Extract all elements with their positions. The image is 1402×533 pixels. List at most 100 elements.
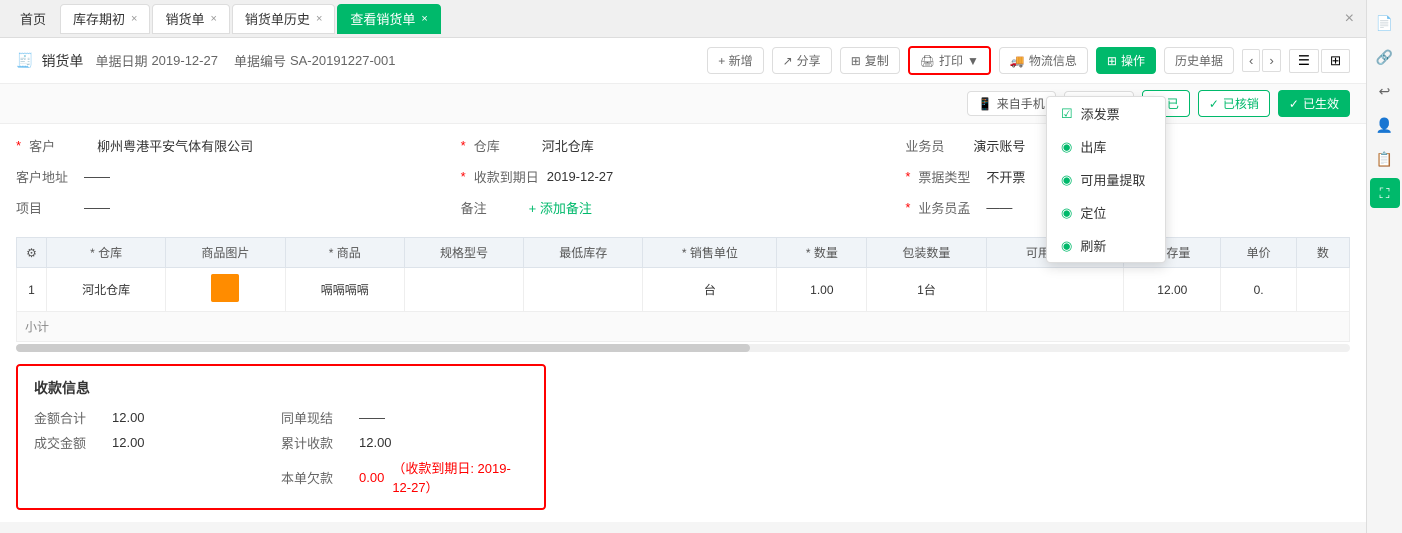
current-owe-row: 本单欠款 0.00 （收款到期日: 2019-12-27） xyxy=(281,458,528,496)
close-icon[interactable]: × xyxy=(210,13,216,25)
grid-icon: ⊞ xyxy=(1107,54,1117,68)
prev-arrow[interactable]: ‹ xyxy=(1242,49,1260,72)
right-sidebar: 📄 🔗 ↩ 👤 📋 ⛶ xyxy=(1366,0,1402,533)
staff2-value: —— xyxy=(986,200,1012,215)
staff-label: 业务员 xyxy=(905,136,965,155)
row-price: 0. xyxy=(1221,268,1296,312)
current-owe-label: 本单欠款 xyxy=(281,468,351,487)
nav-arrows: ‹ › xyxy=(1242,49,1281,72)
add-remark-label: 添加备注 xyxy=(540,201,592,216)
project-value: —— xyxy=(84,200,110,215)
locate-item[interactable]: ◉ 定位 xyxy=(1047,196,1165,229)
close-icon[interactable]: × xyxy=(131,13,137,25)
sidebar-return-icon[interactable]: ↩ xyxy=(1370,76,1400,106)
ticket-type-value[interactable]: 不开票 xyxy=(986,167,1025,186)
tab-view-sales-label: 查看销货单 xyxy=(350,9,415,28)
copy-icon: ⊞ xyxy=(851,54,861,68)
warehouse-label: 仓库 xyxy=(474,136,534,155)
add-remark-button[interactable]: + 添加备注 xyxy=(529,198,592,217)
cumulative-value: 12.00 xyxy=(359,435,392,450)
truck-icon: 🚚 xyxy=(1010,54,1025,68)
print-button[interactable]: 🖨 打印 ▼ xyxy=(908,46,991,75)
add-invoice-item[interactable]: ☑ 添发票 xyxy=(1047,97,1165,130)
warehouse-field: * 仓库 河北仓库 xyxy=(461,136,906,155)
col-spec: 规格型号 xyxy=(404,238,523,268)
tab-sales-order-label: 销货单 xyxy=(165,9,204,28)
history-label: 历史单据 xyxy=(1175,52,1223,69)
available-extract-item[interactable]: ◉ 可用量提取 xyxy=(1047,163,1165,196)
share-button[interactable]: ↗ 分享 xyxy=(772,47,832,74)
grid-view-button[interactable]: ⊞ xyxy=(1321,49,1350,73)
required-mark: * xyxy=(905,169,910,184)
tab-home[interactable]: 首页 xyxy=(8,4,58,34)
same-order-label: 同单现结 xyxy=(281,408,351,427)
col-pkg-qty: 包装数量 xyxy=(867,238,986,268)
document-title: 销货单 xyxy=(41,51,83,71)
outbound-item[interactable]: ◉ 出库 xyxy=(1047,130,1165,163)
radio3-icon: ◉ xyxy=(1061,205,1072,221)
tab-view-sales[interactable]: 查看销货单 × xyxy=(337,4,440,34)
tab-sales-history[interactable]: 销货单历史 × xyxy=(232,4,335,34)
remark-field: 备注 + 添加备注 xyxy=(461,198,906,217)
locate-label: 定位 xyxy=(1080,203,1106,222)
customer-value[interactable]: 柳州粤港平安气体有限公司 xyxy=(97,136,253,155)
add-button[interactable]: + 新增 xyxy=(707,47,763,74)
transaction-value: 12.00 xyxy=(112,435,145,450)
payment-date-label: 收款到期日 xyxy=(474,167,539,186)
transaction-row: 成交金额 12.00 xyxy=(34,433,281,452)
same-order-row: 同单现结 —— xyxy=(281,408,528,427)
logistics-button[interactable]: 🚚 物流信息 xyxy=(999,47,1088,74)
collection-title: 收款信息 xyxy=(34,378,528,398)
required-mark: * xyxy=(461,138,466,153)
from-mobile-button[interactable]: 📱 来自手机 xyxy=(967,91,1056,116)
tab-home-label: 首页 xyxy=(20,9,46,28)
sidebar-link-icon[interactable]: 🔗 xyxy=(1370,42,1400,72)
from-mobile-label: 来自手机 xyxy=(997,95,1045,112)
address-label: 客户地址 xyxy=(16,167,76,186)
logistics-label: 物流信息 xyxy=(1029,52,1077,69)
row-current-stock: 12.00 xyxy=(1124,268,1221,312)
row-available xyxy=(986,268,1124,312)
add-invoice-label: 添发票 xyxy=(1081,104,1120,123)
outbound-label: 出库 xyxy=(1080,137,1106,156)
current-owe-value: 0.00 xyxy=(359,470,384,485)
row-pkg-qty: 1台 xyxy=(867,268,986,312)
sidebar-user-icon[interactable]: 👤 xyxy=(1370,110,1400,140)
sidebar-expand-icon[interactable]: ⛶ xyxy=(1370,178,1400,208)
payment-date-value[interactable]: 2019-12-27 xyxy=(547,169,614,184)
list-view-button[interactable]: ☰ xyxy=(1289,49,1319,73)
row-spec xyxy=(404,268,523,312)
row-image xyxy=(166,268,285,312)
document-meta: 单据日期 2019-12-27 单据编号 SA-20191227-001 xyxy=(95,51,395,70)
collection-info: 收款信息 金额合计 12.00 同单现结 —— 成交金额 12.00 累计收款 … xyxy=(16,364,546,510)
effective-button[interactable]: ✓ 已生效 xyxy=(1278,90,1350,117)
operations-button[interactable]: ⊞ 操作 xyxy=(1096,47,1156,74)
close-icon[interactable]: × xyxy=(316,13,322,25)
col-unit: * 销售单位 xyxy=(643,238,777,268)
tab-inventory[interactable]: 库存期初 × xyxy=(60,4,150,34)
close-icon[interactable]: × xyxy=(421,13,427,25)
plus-icon: + xyxy=(529,201,537,216)
remark-label: 备注 xyxy=(461,198,521,217)
staff2-label: 业务员孟 xyxy=(918,198,978,217)
document-icon: 🧾 xyxy=(16,52,33,69)
col-amount: 数 xyxy=(1296,238,1349,268)
sidebar-clipboard-icon[interactable]: 📋 xyxy=(1370,144,1400,174)
warehouse-value[interactable]: 河北仓库 xyxy=(542,136,594,155)
col-settings[interactable]: ⚙ xyxy=(17,238,47,268)
row-qty: 1.00 xyxy=(777,268,867,312)
row-min-stock xyxy=(524,268,643,312)
window-close-button[interactable]: × xyxy=(1341,6,1358,32)
staff-value: 演示账号 xyxy=(973,136,1025,155)
history-button[interactable]: 历史单据 xyxy=(1164,47,1234,74)
cancel-label: 已核销 xyxy=(1223,95,1259,112)
refresh-item[interactable]: ◉ 刷新 xyxy=(1047,229,1165,262)
refresh-label: 刷新 xyxy=(1080,236,1106,255)
copy-button[interactable]: ⊞ 复制 xyxy=(840,47,900,74)
tab-sales-order[interactable]: 销货单 × xyxy=(152,4,229,34)
address-value: —— xyxy=(84,169,110,184)
cancel-button[interactable]: ✓ 已核销 xyxy=(1198,90,1270,117)
col-qty: * 数量 xyxy=(777,238,867,268)
next-arrow[interactable]: › xyxy=(1262,49,1280,72)
sidebar-doc-icon[interactable]: 📄 xyxy=(1370,8,1400,38)
